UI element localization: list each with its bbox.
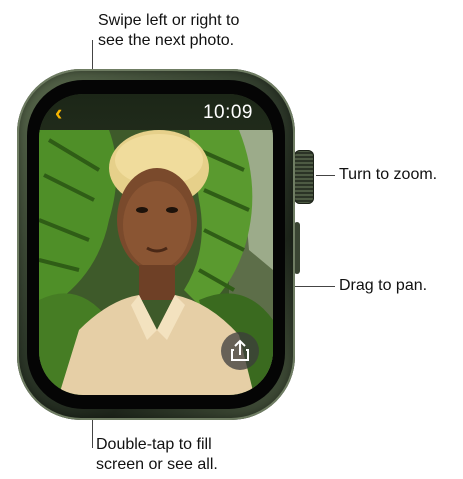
callout-swipe-line1: Swipe left or right to: [98, 12, 240, 29]
callout-turn-leader: [316, 175, 335, 176]
watch-screen[interactable]: ‹ 10:09: [39, 94, 273, 395]
callout-doubletap-line1: Double-tap to fill: [96, 436, 212, 453]
share-button[interactable]: [221, 332, 259, 370]
callout-doubletap-line2: screen or see all.: [96, 456, 218, 473]
back-chevron-icon[interactable]: ‹: [55, 100, 62, 126]
time-display: 10:09: [202, 102, 253, 123]
callout-swipe-line2: see the next photo.: [98, 32, 235, 49]
digital-crown[interactable]: [294, 150, 314, 204]
status-bar: ‹ 10:09: [39, 94, 273, 130]
watch-case: ‹ 10:09: [17, 69, 295, 420]
callout-turn: Turn to zoom.: [339, 166, 438, 183]
callout-drag: Drag to pan.: [339, 277, 428, 294]
watch-bezel: ‹ 10:09: [27, 80, 285, 409]
share-icon: [231, 339, 249, 361]
